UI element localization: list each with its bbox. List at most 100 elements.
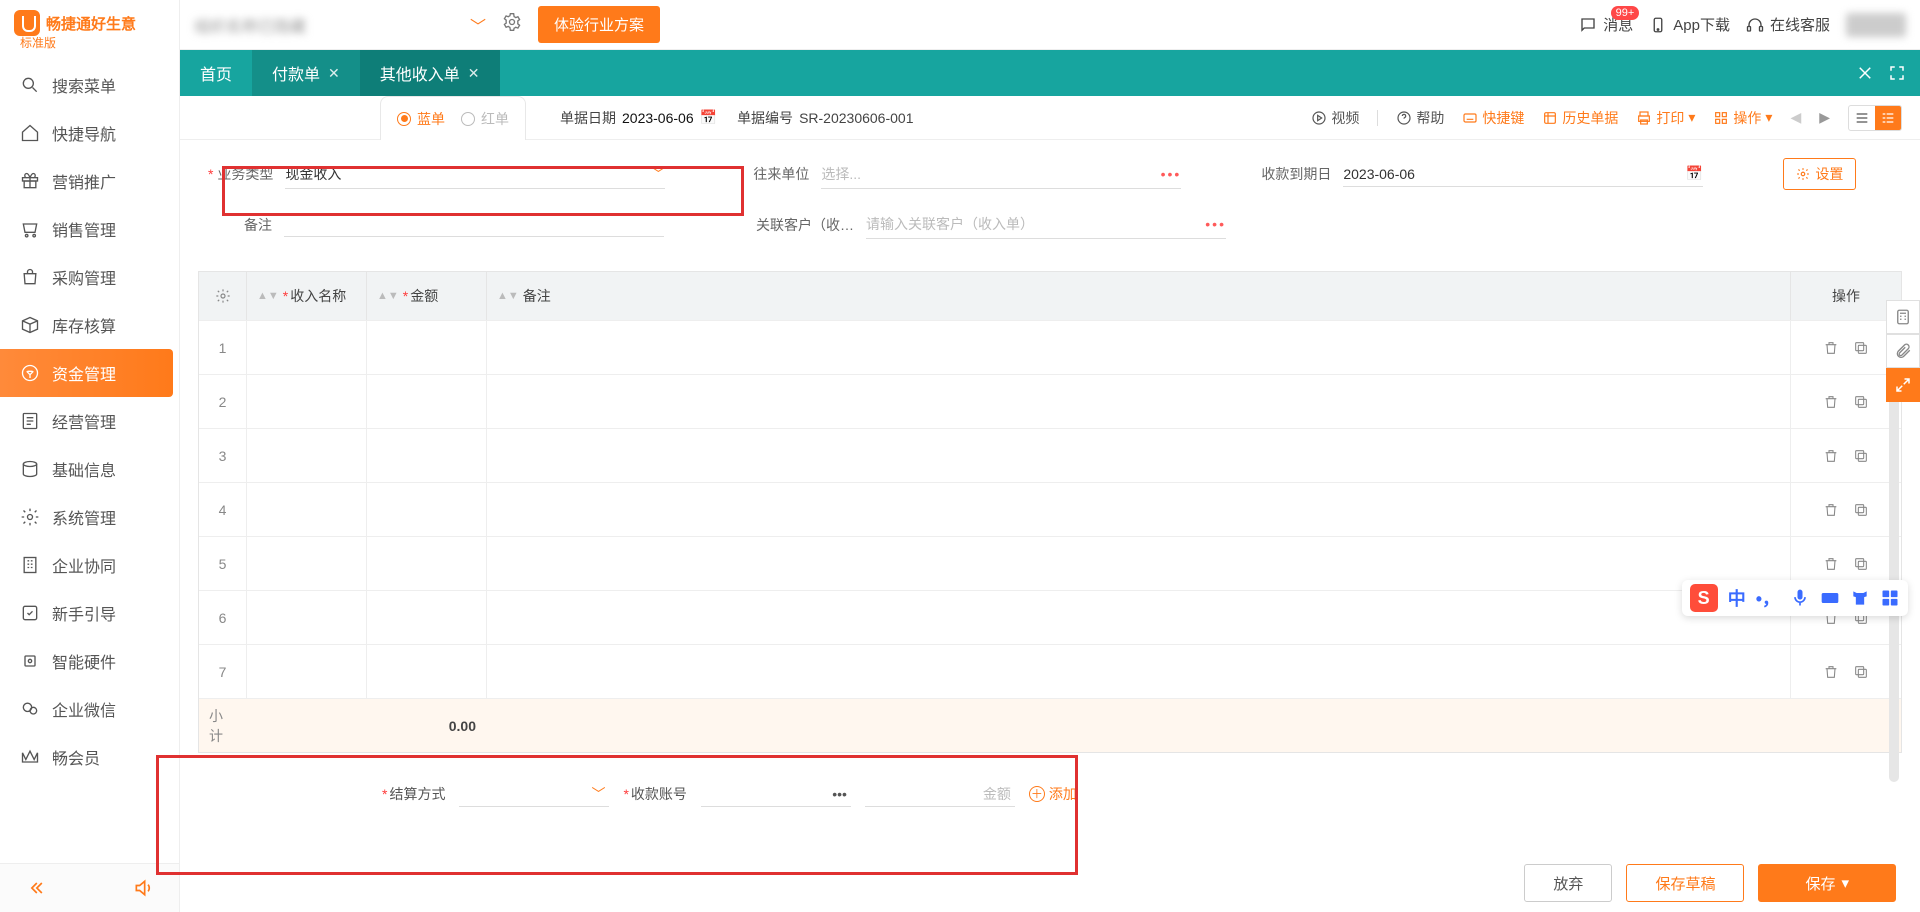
table-row[interactable]: 4	[199, 482, 1901, 536]
sidebar-item-sales[interactable]: 销售管理	[0, 205, 179, 253]
due-date-input[interactable]: 2023-06-06 📅	[1343, 161, 1703, 187]
sidebar-item-search-menu[interactable]: 搜索菜单	[0, 61, 179, 109]
tab-home[interactable]: 首页	[180, 50, 252, 96]
close-icon[interactable]: ✕	[468, 65, 480, 82]
sidebar-item-purchase[interactable]: 采购管理	[0, 253, 179, 301]
cell-income-name[interactable]	[247, 591, 367, 644]
cell-remark[interactable]	[487, 645, 1791, 698]
copy-icon[interactable]	[1853, 448, 1869, 464]
sidebar-item-funds[interactable]: 资金管理	[0, 349, 173, 397]
chevron-down-icon[interactable]: ﹀	[470, 13, 486, 37]
copy-icon[interactable]	[1853, 556, 1869, 572]
business-type-select[interactable]: 现金收入 ﹀	[285, 160, 665, 189]
cell-income-name[interactable]	[247, 537, 367, 590]
red-doc-radio[interactable]: 红单	[461, 109, 509, 129]
sidebar-item-system[interactable]: 系统管理	[0, 493, 179, 541]
toolbox-icon[interactable]	[1880, 588, 1900, 608]
ime-toolbar[interactable]: S 中 •，	[1682, 580, 1908, 616]
receive-account-select[interactable]: •••	[701, 781, 851, 807]
col-income-name[interactable]: ▲▼*收入名称	[247, 272, 367, 320]
calculator-icon[interactable]	[1886, 300, 1920, 334]
table-row[interactable]: 1	[199, 320, 1901, 374]
cell-remark[interactable]	[487, 429, 1791, 482]
abandon-button[interactable]: 放弃	[1524, 864, 1612, 902]
ime-lang[interactable]: 中	[1728, 585, 1746, 611]
delete-icon[interactable]	[1823, 664, 1839, 680]
sidebar-item-marketing[interactable]: 营销推广	[0, 157, 179, 205]
cell-remark[interactable]	[487, 321, 1791, 374]
sidebar-item-collab[interactable]: 企业协同	[0, 541, 179, 589]
cell-income-name[interactable]	[247, 429, 367, 482]
cell-income-name[interactable]	[247, 483, 367, 536]
cell-amount[interactable]	[367, 591, 487, 644]
skin-icon[interactable]	[1850, 588, 1870, 608]
cell-remark[interactable]	[487, 537, 1791, 590]
keyboard-icon[interactable]	[1820, 588, 1840, 608]
copy-icon[interactable]	[1853, 664, 1869, 680]
more-icon[interactable]: •••	[1161, 166, 1182, 182]
sidebar-item-quick-nav[interactable]: 快捷导航	[0, 109, 179, 157]
table-row[interactable]: 7	[199, 644, 1901, 698]
sidebar-item-operations[interactable]: 经营管理	[0, 397, 179, 445]
form-settings-button[interactable]: 设置	[1783, 158, 1856, 190]
cell-amount[interactable]	[367, 483, 487, 536]
delete-icon[interactable]	[1823, 556, 1839, 572]
prev-doc-button[interactable]: ◀	[1790, 109, 1801, 126]
close-icon[interactable]	[1856, 64, 1874, 82]
add-settlement-button[interactable]: ＋ 添加	[1029, 784, 1077, 804]
col-amount[interactable]: ▲▼*金额	[367, 272, 487, 320]
history-button[interactable]: 历史单据	[1542, 108, 1618, 128]
sidebar-item-basic-info[interactable]: 基础信息	[0, 445, 179, 493]
copy-icon[interactable]	[1853, 340, 1869, 356]
cell-income-name[interactable]	[247, 375, 367, 428]
table-row[interactable]: 5	[199, 536, 1901, 590]
ime-punct-icon[interactable]: •，	[1756, 585, 1780, 611]
sidebar-item-member[interactable]: 畅会员	[0, 733, 179, 781]
calendar-icon[interactable]: 📅	[700, 109, 717, 126]
next-doc-button[interactable]: ▶	[1819, 109, 1830, 126]
cell-income-name[interactable]	[247, 321, 367, 374]
experience-plan-button[interactable]: 体验行业方案	[538, 6, 660, 43]
org-selector[interactable]: 组织名称已隐藏	[194, 13, 454, 37]
app-download-button[interactable]: App下载	[1649, 14, 1730, 35]
save-draft-button[interactable]: 保存草稿	[1626, 864, 1744, 902]
sound-icon[interactable]	[133, 878, 153, 898]
cell-amount[interactable]	[367, 375, 487, 428]
view-card-button[interactable]	[1875, 106, 1901, 130]
col-remark[interactable]: ▲▼备注	[487, 272, 1791, 320]
sidebar-item-inventory[interactable]: 库存核算	[0, 301, 179, 349]
delete-icon[interactable]	[1823, 340, 1839, 356]
delete-icon[interactable]	[1823, 448, 1839, 464]
hotkey-button[interactable]: 快捷键	[1462, 108, 1524, 128]
help-button[interactable]: 帮助	[1396, 108, 1444, 128]
more-icon[interactable]: •••	[1205, 216, 1226, 232]
cell-remark[interactable]	[487, 483, 1791, 536]
microphone-icon[interactable]	[1790, 588, 1810, 608]
close-icon[interactable]: ✕	[328, 65, 340, 82]
sidebar-item-wecom[interactable]: 企业微信	[0, 685, 179, 733]
collapse-icon[interactable]	[26, 878, 46, 898]
customer-service-button[interactable]: 在线客服	[1746, 14, 1830, 35]
cell-amount[interactable]	[367, 429, 487, 482]
cell-remark[interactable]	[487, 375, 1791, 428]
cell-income-name[interactable]	[247, 645, 367, 698]
table-row[interactable]: 6	[199, 590, 1901, 644]
remark-input[interactable]	[284, 212, 664, 237]
operate-button[interactable]: 操作▾	[1713, 108, 1772, 128]
print-button[interactable]: 打印▾	[1636, 108, 1695, 128]
video-help-button[interactable]: 视频	[1311, 108, 1359, 128]
partner-select[interactable]: 选择... •••	[821, 160, 1181, 189]
delete-icon[interactable]	[1823, 502, 1839, 518]
cell-amount[interactable]	[367, 321, 487, 374]
user-avatar[interactable]	[1846, 13, 1906, 37]
messages-button[interactable]: 消息 99+	[1579, 14, 1633, 35]
save-button[interactable]: 保存▾	[1758, 864, 1896, 902]
fullscreen-icon[interactable]	[1888, 64, 1906, 82]
sidebar-item-hardware[interactable]: 智能硬件	[0, 637, 179, 685]
expand-icon[interactable]	[1886, 368, 1920, 402]
sidebar-item-newbie[interactable]: 新手引导	[0, 589, 179, 637]
settle-amount-input[interactable]: 金额	[865, 781, 1015, 807]
settle-method-select[interactable]: ﹀	[459, 781, 609, 807]
cell-remark[interactable]	[487, 591, 1791, 644]
doc-date-value[interactable]: 2023-06-06	[622, 110, 694, 126]
